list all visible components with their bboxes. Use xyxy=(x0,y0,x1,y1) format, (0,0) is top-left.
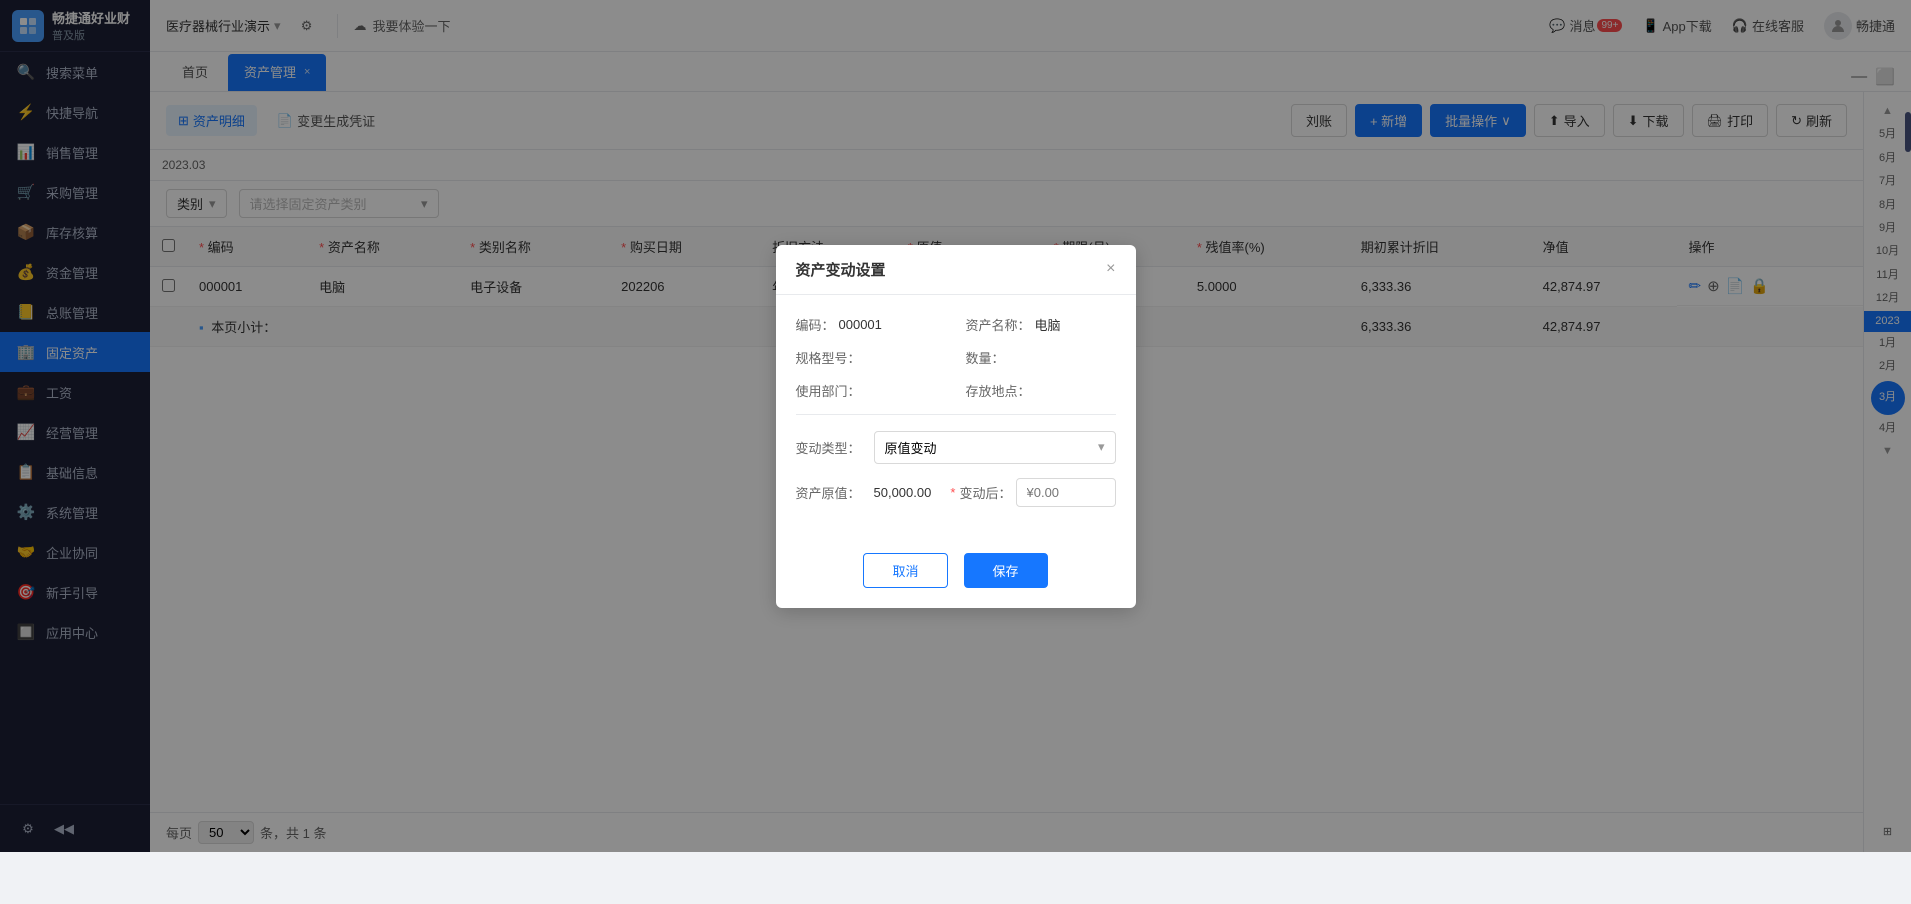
modal-spec-item: 规格型号： xyxy=(796,348,946,367)
modal-dept-label: 使用部门： xyxy=(796,381,861,400)
modal-dept-item: 使用部门： xyxy=(796,381,946,400)
modal-after-change-field: * 变动后： xyxy=(950,478,1115,507)
modal-code-label: 编码： xyxy=(796,315,835,334)
modal-change-type-label: 变动类型： xyxy=(796,438,866,457)
modal-info-row-3: 使用部门： 存放地点： xyxy=(796,381,1116,400)
modal-asset-name-value: 电脑 xyxy=(1035,315,1061,334)
modal-title: 资产变动设置 xyxy=(796,259,886,280)
save-button[interactable]: 保存 xyxy=(964,553,1048,588)
modal-code-value: 000001 xyxy=(839,317,882,332)
modal-after-change-input[interactable] xyxy=(1016,478,1116,507)
required-star: * xyxy=(950,485,955,500)
modal-close-button[interactable]: × xyxy=(1106,260,1115,278)
cancel-button[interactable]: 取消 xyxy=(863,553,947,588)
modal-spec-label: 规格型号： xyxy=(796,348,861,367)
modal-change-type-row: 变动类型： 原值变动 ▾ xyxy=(796,431,1116,464)
modal-original-value-display: 50,000.00 xyxy=(874,485,935,500)
modal-location-item: 存放地点： xyxy=(966,381,1116,400)
change-type-dropdown-icon: ▾ xyxy=(1098,439,1105,455)
asset-change-modal: 资产变动设置 × 编码： 000001 资产名称： 电脑 规格型号： xyxy=(776,245,1136,608)
modal-location-label: 存放地点： xyxy=(966,381,1031,400)
modal-change-type-value: 原值变动 xyxy=(885,438,1098,457)
modal-overlay[interactable]: 资产变动设置 × 编码： 000001 资产名称： 电脑 规格型号： xyxy=(0,0,1911,852)
modal-header: 资产变动设置 × xyxy=(776,245,1136,295)
modal-body: 编码： 000001 资产名称： 电脑 规格型号： 数量： xyxy=(776,295,1136,541)
modal-footer: 取消 保存 xyxy=(776,541,1136,608)
modal-original-value-label: 资产原值： xyxy=(796,483,866,502)
modal-quantity-item: 数量： xyxy=(966,348,1116,367)
modal-divider xyxy=(796,414,1116,415)
modal-code-item: 编码： 000001 xyxy=(796,315,946,334)
modal-value-row: 资产原值： 50,000.00 * 变动后： xyxy=(796,478,1116,507)
modal-info-row-2: 规格型号： 数量： xyxy=(796,348,1116,367)
modal-name-item: 资产名称： 电脑 xyxy=(966,315,1116,334)
modal-quantity-label: 数量： xyxy=(966,348,1005,367)
modal-info-row-1: 编码： 000001 资产名称： 电脑 xyxy=(796,315,1116,334)
modal-after-change-label: 变动后： xyxy=(959,483,1011,502)
modal-asset-name-label: 资产名称： xyxy=(966,315,1031,334)
modal-change-type-select[interactable]: 原值变动 ▾ xyxy=(874,431,1116,464)
